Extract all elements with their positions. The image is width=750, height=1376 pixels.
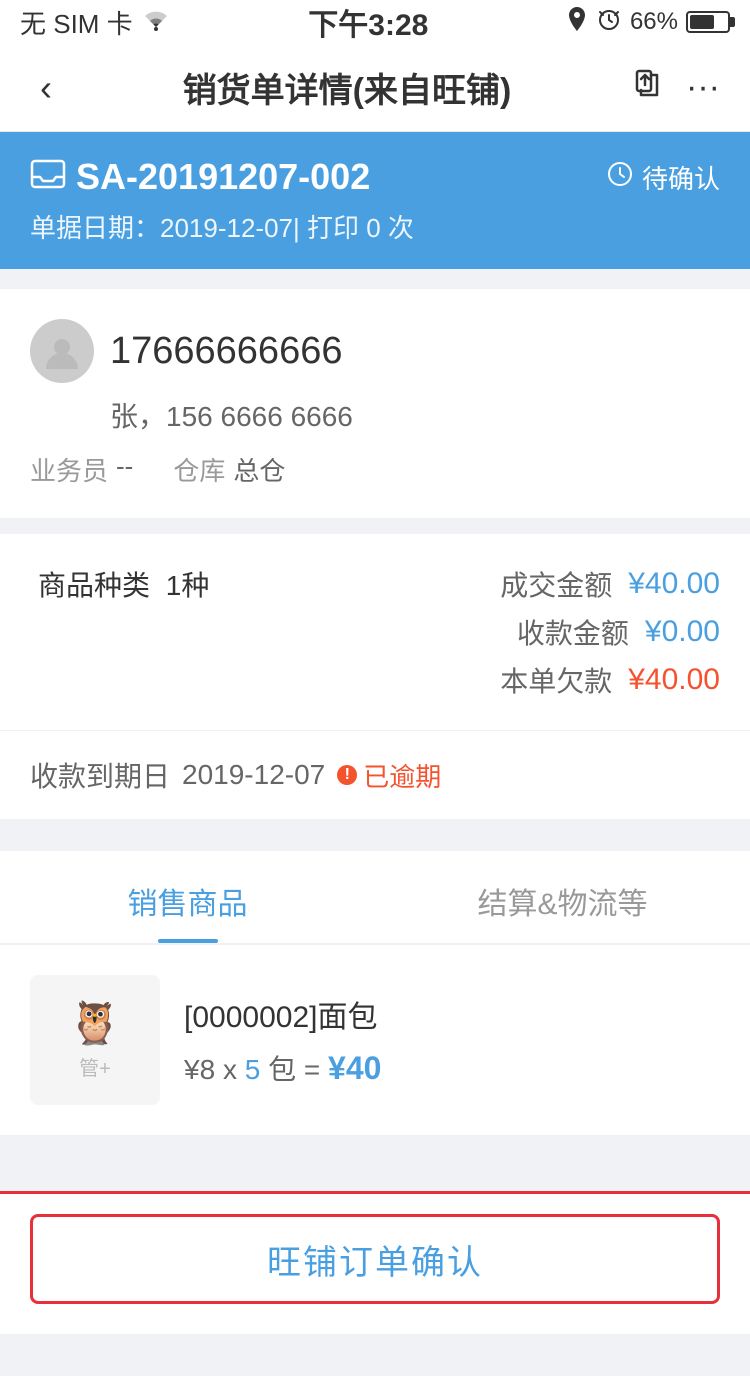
summary-left: 商品种类 1种: [30, 564, 209, 604]
bottom-bar: 旺铺订单确认: [0, 1191, 750, 1334]
order-header: SA-20191207-002 待确认 单据日期：2019-12-07| 打印 …: [0, 132, 750, 269]
table-row: 🦉 管+ [0000002]面包 ¥8 x 5 包 = ¥40: [0, 945, 750, 1136]
order-date: 单据日期：2019-12-07| 打印 0 次: [30, 208, 720, 245]
status-time: 下午3:28: [308, 0, 428, 44]
brand-text: 管+: [79, 1052, 111, 1081]
deal-amount-value: ¥40.00: [628, 567, 720, 601]
due-date-label: 收款到期日: [30, 755, 170, 795]
equals-sign: =: [304, 1054, 328, 1085]
product-types-value: 1种: [166, 570, 210, 601]
order-number: SA-20191207-002: [30, 156, 370, 198]
order-header-top: SA-20191207-002 待确认: [30, 156, 720, 198]
overdue-text: 已逾期: [363, 757, 441, 794]
unit-price: ¥8: [184, 1054, 215, 1085]
divider-2: [0, 819, 750, 835]
status-left: 无 SIM 卡: [20, 4, 171, 41]
salesperson-value: --: [116, 451, 133, 488]
deal-amount-label: 成交金额: [500, 564, 612, 604]
salesperson-label: 业务员: [30, 451, 108, 488]
clock-icon: [606, 160, 634, 195]
tab-settlement[interactable]: 结算&物流等: [375, 851, 750, 943]
overdue-warning-icon: !: [337, 765, 357, 785]
location-icon: [566, 5, 588, 40]
nav-bar: ‹ 销货单详情(来自旺铺) ···: [0, 44, 750, 132]
avatar: [30, 319, 94, 383]
balance-value: ¥40.00: [628, 663, 720, 697]
divider-1: [0, 518, 750, 534]
summary-card: 商品种类 1种 成交金额 ¥40.00 收款金额 ¥0.00 本单欠款 ¥40.…: [0, 534, 750, 730]
carrier-text: 无 SIM 卡: [20, 4, 133, 41]
unit: 包: [268, 1054, 296, 1085]
balance-row: 本单欠款 ¥40.00: [500, 660, 720, 700]
product-types-label: 商品种类: [38, 570, 150, 601]
battery-percent: 66%: [630, 8, 678, 36]
payment-label: 收款金额: [517, 612, 629, 652]
tab-sales[interactable]: 销售商品: [0, 851, 375, 943]
payment-row: 收款金额 ¥0.00: [517, 612, 720, 652]
product-price: ¥8 x 5 包 = ¥40: [184, 1048, 720, 1088]
total-price: ¥40: [328, 1050, 381, 1086]
nav-actions: ···: [632, 66, 720, 109]
wifi-icon: [141, 7, 171, 38]
due-date-row: 收款到期日 2019-12-07 ! 已逾期: [0, 730, 750, 819]
overdue-badge: ! 已逾期: [337, 757, 441, 794]
back-button[interactable]: ‹: [30, 57, 62, 119]
salesperson-item: 业务员 --: [30, 451, 133, 488]
page-title: 销货单详情(来自旺铺): [183, 63, 512, 112]
deal-amount-row: 成交金额 ¥40.00: [500, 564, 720, 604]
customer-card: 17666666666 张，156 6666 6666 业务员 -- 仓库 总仓: [0, 289, 750, 518]
product-list: 🦉 管+ [0000002]面包 ¥8 x 5 包 = ¥40: [0, 945, 750, 1136]
tabs-bar: 销售商品 结算&物流等: [0, 835, 750, 943]
owl-icon: 🦉: [69, 999, 121, 1048]
more-icon[interactable]: ···: [686, 68, 720, 107]
order-status: 待确认: [606, 159, 720, 196]
due-date-value: 2019-12-07: [182, 759, 325, 791]
battery-icon: [686, 11, 730, 33]
share-icon[interactable]: [632, 66, 666, 109]
customer-phone: 17666666666: [110, 330, 342, 373]
balance-label: 本单欠款: [500, 660, 612, 700]
owl-logo: 🦉 管+: [69, 999, 121, 1081]
summary-right: 成交金额 ¥40.00 收款金额 ¥0.00 本单欠款 ¥40.00: [500, 564, 720, 700]
order-inbox-icon: [30, 156, 66, 198]
warehouse-label: 仓库: [173, 451, 225, 488]
quantity: 5: [245, 1054, 261, 1085]
customer-meta: 业务员 -- 仓库 总仓: [30, 451, 720, 488]
status-bar: 无 SIM 卡 下午3:28 66%: [0, 0, 750, 44]
confirm-order-button[interactable]: 旺铺订单确认: [30, 1214, 720, 1304]
product-types-item: 商品种类 1种: [30, 564, 209, 604]
multiply-sign: x: [223, 1054, 245, 1085]
product-thumbnail: 🦉 管+: [30, 975, 160, 1105]
status-right: 66%: [566, 5, 730, 40]
product-info: [0000002]面包 ¥8 x 5 包 = ¥40: [184, 992, 720, 1088]
warehouse-item: 仓库 总仓: [173, 451, 285, 488]
warehouse-value: 总仓: [233, 451, 285, 488]
payment-value: ¥0.00: [645, 615, 720, 649]
customer-info: 张，156 6666 6666: [30, 395, 720, 435]
alarm-icon: [596, 6, 622, 39]
customer-name-row: 17666666666: [30, 319, 720, 383]
product-name: [0000002]面包: [184, 992, 720, 1036]
